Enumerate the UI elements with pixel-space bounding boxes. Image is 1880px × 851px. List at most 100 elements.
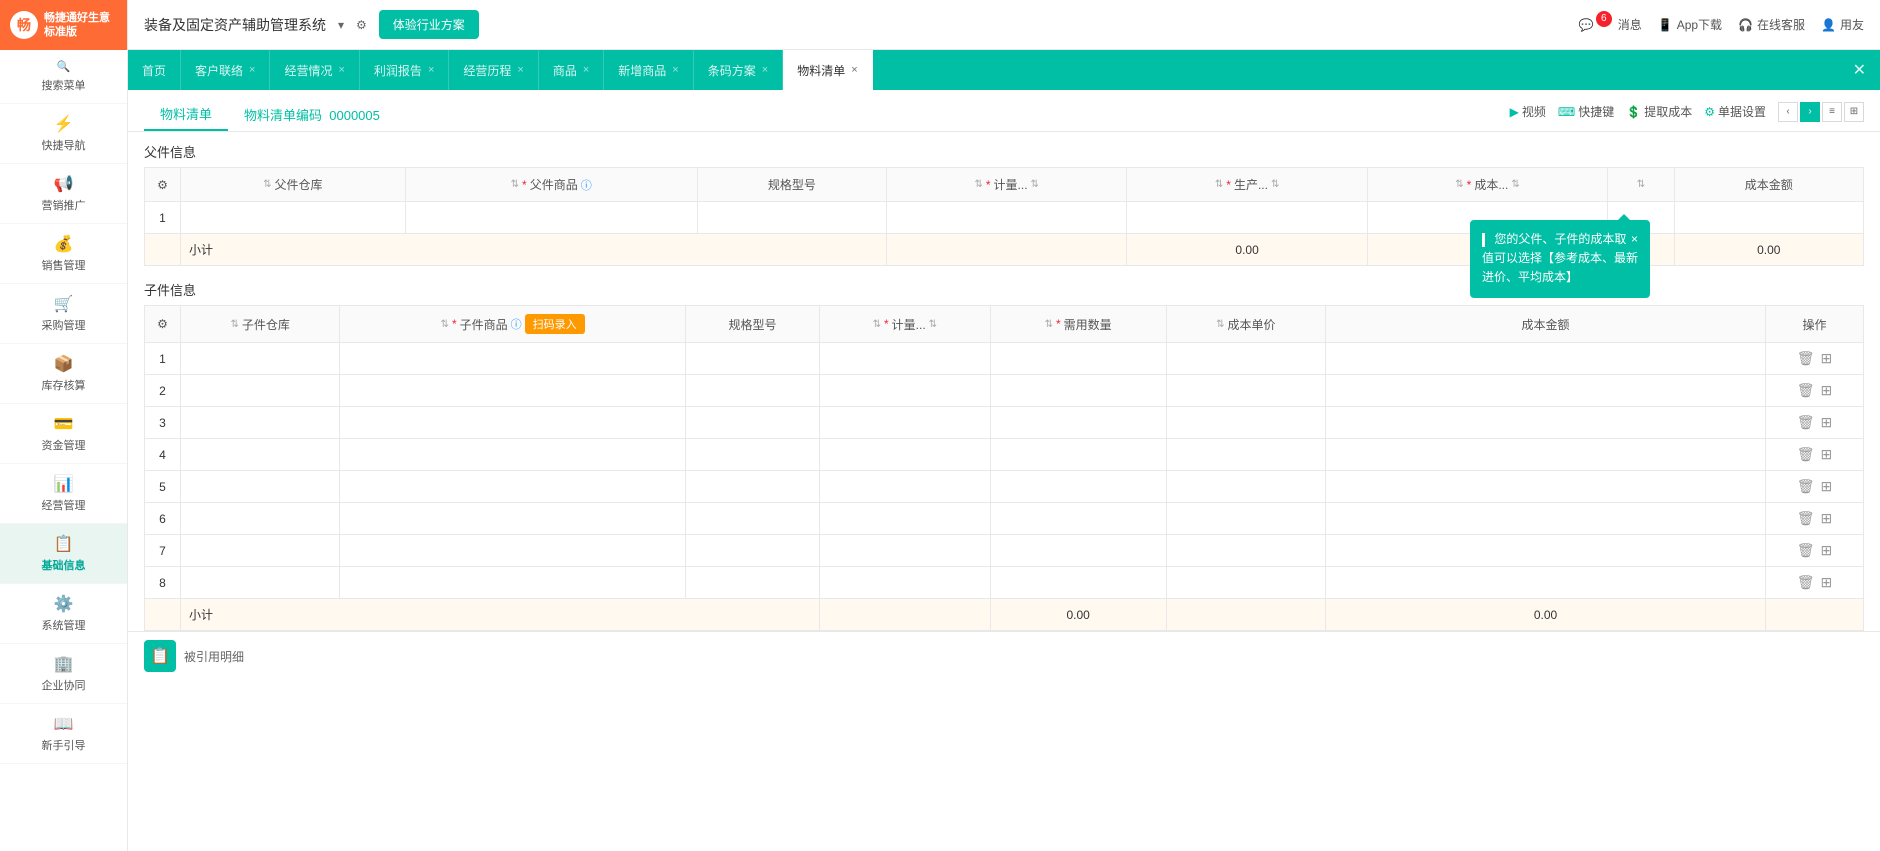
child-row2-product[interactable]	[340, 375, 686, 407]
child-row4-qty[interactable]	[990, 439, 1166, 471]
unit-sort2-icon[interactable]: ⇅	[1031, 179, 1039, 190]
video-action[interactable]: ▶ 视频	[1510, 103, 1546, 120]
child-row1-spec[interactable]	[685, 343, 819, 375]
child-row6-copy-icon[interactable]: ⊞	[1821, 510, 1833, 527]
parent-row1-product[interactable]	[405, 202, 697, 234]
child-row7-spec[interactable]	[685, 535, 819, 567]
child-row6-product[interactable]	[340, 503, 686, 535]
child-row3-product[interactable]	[340, 407, 686, 439]
tab-barcode[interactable]: 条码方案 ×	[694, 50, 783, 90]
child-row6-qty[interactable]	[990, 503, 1166, 535]
child-row6-unit[interactable]	[820, 503, 990, 535]
child-row8-product[interactable]	[340, 567, 686, 599]
tab-barcode-close[interactable]: ×	[762, 64, 768, 76]
sidebar-item-guide[interactable]: 📖 新手引导	[0, 704, 127, 764]
sidebar-item-inventory[interactable]: 📦 库存核算	[0, 344, 127, 404]
child-row5-warehouse[interactable]	[181, 471, 340, 503]
child-row2-spec[interactable]	[685, 375, 819, 407]
warehouse-sort-icon[interactable]: ⇅	[263, 179, 271, 190]
sidebar-item-enterprise[interactable]: 🏢 企业协同	[0, 644, 127, 704]
parent-col-settings[interactable]: ⚙	[145, 168, 181, 202]
child-row5-product[interactable]	[340, 471, 686, 503]
trial-button[interactable]: 体验行业方案	[379, 10, 479, 39]
extra-sort-icon[interactable]: ⇅	[1637, 179, 1645, 190]
child-row3-warehouse[interactable]	[181, 407, 340, 439]
tab-new-goods-close[interactable]: ×	[672, 64, 678, 76]
child-row8-warehouse[interactable]	[181, 567, 340, 599]
child-row6-warehouse[interactable]	[181, 503, 340, 535]
child-row6-unit-cost[interactable]	[1166, 503, 1325, 535]
child-row4-warehouse[interactable]	[181, 439, 340, 471]
sub-tab-bom[interactable]: 物料清单	[144, 98, 228, 131]
child-col-settings[interactable]: ⚙	[145, 306, 181, 343]
child-row5-copy-icon[interactable]: ⊞	[1821, 478, 1833, 495]
sidebar-item-sales[interactable]: 💰 销售管理	[0, 224, 127, 284]
child-row1-delete-icon[interactable]: 🗑	[1797, 350, 1815, 367]
child-row2-copy-icon[interactable]: ⊞	[1821, 382, 1833, 399]
child-row8-unit-cost[interactable]	[1166, 567, 1325, 599]
child-row2-unit-cost[interactable]	[1166, 375, 1325, 407]
child-row2-unit[interactable]	[820, 375, 990, 407]
search-menu-item[interactable]: 🔍 搜索菜单	[0, 50, 127, 104]
child-row4-spec[interactable]	[685, 439, 819, 471]
online-service-item[interactable]: 🎧 在线客服	[1738, 16, 1805, 33]
child-row8-delete-icon[interactable]: 🗑	[1797, 574, 1815, 591]
child-row5-delete-icon[interactable]: 🗑	[1797, 478, 1815, 495]
child-row4-unit-cost[interactable]	[1166, 439, 1325, 471]
sidebar-item-system[interactable]: ⚙️ 系统管理	[0, 584, 127, 644]
system-dropdown[interactable]: ▾	[338, 18, 344, 32]
child-row7-product[interactable]	[340, 535, 686, 567]
extract-cost-action[interactable]: 💲 提取成本	[1626, 103, 1692, 120]
child-row2-delete-icon[interactable]: 🗑	[1797, 382, 1815, 399]
child-row1-unit[interactable]	[820, 343, 990, 375]
child-row8-copy-icon[interactable]: ⊞	[1821, 574, 1833, 591]
child-row5-spec[interactable]	[685, 471, 819, 503]
child-row7-qty[interactable]	[990, 535, 1166, 567]
tab-customer-close[interactable]: ×	[249, 64, 255, 76]
tab-new-goods[interactable]: 新增商品 ×	[604, 50, 693, 90]
child-row1-copy-icon[interactable]: ⊞	[1821, 350, 1833, 367]
shortcut-action[interactable]: ⌨ 快捷键	[1558, 103, 1614, 120]
prod-sort-icon[interactable]: ⇅	[1215, 179, 1223, 190]
tab-history[interactable]: 经营历程 ×	[449, 50, 538, 90]
tab-history-close[interactable]: ×	[517, 64, 523, 76]
tab-bom-close[interactable]: ×	[851, 64, 857, 76]
child-row3-qty[interactable]	[990, 407, 1166, 439]
child-row6-spec[interactable]	[685, 503, 819, 535]
prod-sort2-icon[interactable]: ⇅	[1271, 179, 1279, 190]
child-row3-unit[interactable]	[820, 407, 990, 439]
child-row1-unit-cost[interactable]	[1166, 343, 1325, 375]
child-row5-qty[interactable]	[990, 471, 1166, 503]
child-row6-delete-icon[interactable]: 🗑	[1797, 510, 1815, 527]
cost-sort-icon[interactable]: ⇅	[1455, 179, 1463, 190]
parent-row1-prod[interactable]	[1127, 202, 1367, 234]
tooltip-close[interactable]: ×	[1631, 230, 1638, 249]
child-row5-unit[interactable]	[820, 471, 990, 503]
child-row8-spec[interactable]	[685, 567, 819, 599]
tab-bom[interactable]: 物料清单 ×	[783, 50, 872, 90]
scan-input-button[interactable]: 扫码录入	[525, 314, 585, 334]
child-row3-spec[interactable]	[685, 407, 819, 439]
sidebar-item-marketing[interactable]: 📢 营销推广	[0, 164, 127, 224]
sidebar-item-purchase[interactable]: 🛒 采购管理	[0, 284, 127, 344]
child-row1-qty[interactable]	[990, 343, 1166, 375]
nav-grid[interactable]: ⊞	[1844, 102, 1864, 122]
sidebar-item-basic-info[interactable]: 📋 基础信息	[0, 524, 127, 584]
tab-customer[interactable]: 客户联络 ×	[181, 50, 270, 90]
sidebar-item-quick-nav[interactable]: ⚡ 快捷导航	[0, 104, 127, 164]
sidebar-item-finance[interactable]: 💳 资金管理	[0, 404, 127, 464]
child-row8-qty[interactable]	[990, 567, 1166, 599]
child-row4-copy-icon[interactable]: ⊞	[1821, 446, 1833, 463]
nav-prev[interactable]: ‹	[1778, 102, 1798, 122]
child-row3-copy-icon[interactable]: ⊞	[1821, 414, 1833, 431]
message-item[interactable]: 💬 6 消息	[1579, 16, 1642, 33]
nav-menu[interactable]: ≡	[1822, 102, 1842, 122]
user-item[interactable]: 👤 用友	[1821, 16, 1864, 33]
child-row7-unit-cost[interactable]	[1166, 535, 1325, 567]
app-download-item[interactable]: 📱 App下载	[1658, 16, 1722, 33]
child-row4-product[interactable]	[340, 439, 686, 471]
tab-profit-close[interactable]: ×	[428, 64, 434, 76]
single-setting-action[interactable]: ⚙ 单据设置	[1704, 103, 1766, 120]
child-row7-warehouse[interactable]	[181, 535, 340, 567]
child-row1-warehouse[interactable]	[181, 343, 340, 375]
